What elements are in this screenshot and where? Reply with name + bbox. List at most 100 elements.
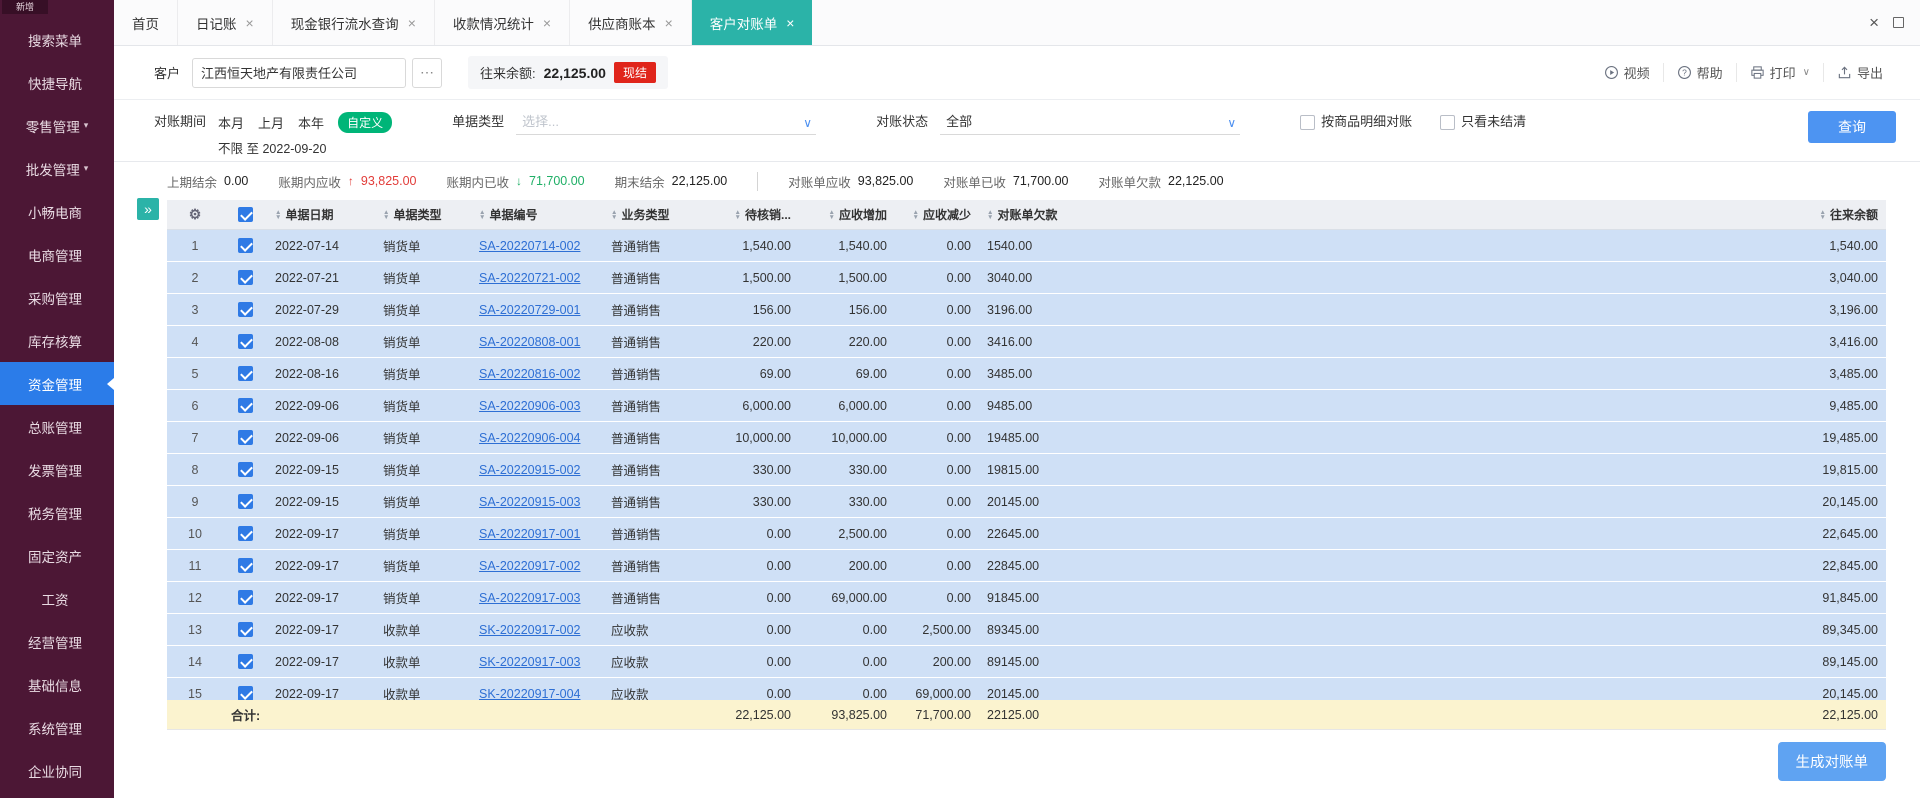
sidebar-item[interactable]: 系统管理 bbox=[0, 706, 114, 749]
customer-input[interactable] bbox=[192, 57, 407, 88]
tab[interactable]: 供应商账本 × bbox=[570, 0, 692, 45]
sidebar-item[interactable]: 固定资产 bbox=[0, 534, 114, 577]
doc-number-link[interactable]: SA-20220917-002 bbox=[479, 559, 580, 573]
table-row[interactable]: 4 2022-08-08 销货单 SA-20220808-001 普通销售 22… bbox=[167, 326, 1886, 358]
sidebar-item[interactable]: 经营管理 bbox=[0, 620, 114, 663]
col-header-owed[interactable]: 对账单欠款 bbox=[979, 200, 1075, 229]
select-all-checkbox[interactable] bbox=[237, 207, 253, 222]
sidebar-item[interactable]: 零售管理 ▾ bbox=[0, 104, 114, 147]
doc-number-link[interactable]: SA-20220915-003 bbox=[479, 495, 580, 509]
expand-panel-button[interactable]: » bbox=[137, 198, 159, 220]
period-option-custom-badge[interactable]: 自定义 bbox=[338, 111, 393, 133]
close-icon[interactable]: × bbox=[1869, 13, 1879, 33]
fullscreen-icon[interactable] bbox=[1893, 17, 1904, 28]
row-checkbox[interactable] bbox=[237, 270, 253, 285]
period-option-this-year[interactable]: 本年 bbox=[298, 113, 324, 132]
table-row[interactable]: 8 2022-09-15 销货单 SA-20220915-002 普通销售 33… bbox=[167, 454, 1886, 486]
doc-number-link[interactable]: SA-20220917-001 bbox=[479, 527, 580, 541]
table-row[interactable]: 3 2022-07-29 销货单 SA-20220729-001 普通销售 15… bbox=[167, 294, 1886, 326]
status-select[interactable]: 全部 ∨ bbox=[940, 111, 1241, 135]
table-row[interactable]: 12 2022-09-17 销货单 SA-20220917-003 普通销售 0… bbox=[167, 582, 1886, 614]
row-checkbox[interactable] bbox=[237, 462, 253, 477]
tab-close-icon[interactable]: × bbox=[246, 16, 254, 30]
doc-number-link[interactable]: SA-20220714-002 bbox=[479, 239, 580, 253]
row-checkbox[interactable] bbox=[237, 526, 253, 541]
table-row[interactable]: 1 2022-07-14 销货单 SA-20220714-002 普通销售 1,… bbox=[167, 230, 1886, 262]
row-checkbox[interactable] bbox=[237, 334, 253, 349]
sidebar-item[interactable]: 库存核算 bbox=[0, 319, 114, 362]
sidebar-item[interactable]: 快捷导航 bbox=[0, 61, 114, 104]
sidebar-item[interactable]: 税务管理 bbox=[0, 491, 114, 534]
tab-close-icon[interactable]: × bbox=[786, 16, 794, 30]
row-checkbox[interactable] bbox=[237, 398, 253, 413]
tab[interactable]: 客户对账单 × bbox=[691, 0, 813, 45]
table-row[interactable]: 7 2022-09-06 销货单 SA-20220906-004 普通销售 10… bbox=[167, 422, 1886, 454]
col-header-increase[interactable]: 应收增加 bbox=[799, 200, 895, 229]
gear-icon[interactable]: ⚙ bbox=[189, 206, 202, 223]
sidebar-item[interactable]: 基础信息 bbox=[0, 663, 114, 706]
print-button[interactable]: 打印 ∨ bbox=[1735, 63, 1823, 82]
row-checkbox[interactable] bbox=[237, 558, 253, 573]
doc-number-link[interactable]: SA-20220816-002 bbox=[479, 367, 580, 381]
help-button[interactable]: ? 帮助 bbox=[1662, 63, 1736, 82]
tab[interactable]: 现金银行流水查询 × bbox=[273, 0, 435, 45]
sidebar-item[interactable]: 搜索菜单 bbox=[0, 18, 114, 61]
table-row[interactable]: 11 2022-09-17 销货单 SA-20220917-002 普通销售 0… bbox=[167, 550, 1886, 582]
tab[interactable]: 首页 bbox=[114, 0, 178, 45]
table-row[interactable]: 15 2022-09-17 收款单 SK-20220917-004 应收款 0.… bbox=[167, 678, 1886, 700]
table-row[interactable]: 13 2022-09-17 收款单 SK-20220917-002 应收款 0.… bbox=[167, 614, 1886, 646]
sidebar-item[interactable]: 发票管理 bbox=[0, 448, 114, 491]
doc-number-link[interactable]: SK-20220917-002 bbox=[479, 623, 580, 637]
video-button[interactable]: 视频 bbox=[1591, 63, 1663, 82]
table-row[interactable]: 9 2022-09-15 销货单 SA-20220915-003 普通销售 33… bbox=[167, 486, 1886, 518]
doc-number-link[interactable]: SA-20220917-003 bbox=[479, 591, 580, 605]
table-row[interactable]: 14 2022-09-17 收款单 SK-20220917-003 应收款 0.… bbox=[167, 646, 1886, 678]
period-option-this-month[interactable]: 本月 bbox=[218, 113, 244, 132]
row-checkbox[interactable] bbox=[237, 590, 253, 605]
col-header-biz-type[interactable]: 业务类型 bbox=[603, 200, 699, 229]
doc-number-link[interactable]: SA-20220906-004 bbox=[479, 431, 580, 445]
tab[interactable]: 日记账 × bbox=[178, 0, 273, 45]
col-header-pending[interactable]: 待核销... bbox=[699, 200, 799, 229]
doc-type-select[interactable]: 选择... ∨ bbox=[516, 111, 817, 135]
col-header-doc-no[interactable]: 单据编号 bbox=[471, 200, 603, 229]
checkbox-icon[interactable] bbox=[1300, 114, 1316, 130]
sidebar-item[interactable]: 资金管理 bbox=[0, 362, 114, 405]
checkbox-icon[interactable] bbox=[1440, 114, 1456, 130]
period-range-value[interactable]: 不限 至 2022-09-20 bbox=[218, 138, 392, 157]
tab-close-icon[interactable]: × bbox=[543, 16, 551, 30]
sidebar-item[interactable]: 电商管理 bbox=[0, 233, 114, 276]
row-checkbox[interactable] bbox=[237, 686, 253, 700]
col-header-decrease[interactable]: 应收减少 bbox=[895, 200, 979, 229]
table-row[interactable]: 2 2022-07-21 销货单 SA-20220721-002 普通销售 1,… bbox=[167, 262, 1886, 294]
row-checkbox[interactable] bbox=[237, 238, 253, 253]
row-checkbox[interactable] bbox=[237, 654, 253, 669]
doc-number-link[interactable]: SA-20220808-001 bbox=[479, 335, 580, 349]
sidebar-item[interactable]: 小畅电商 bbox=[0, 190, 114, 233]
col-header-doc-type[interactable]: 单据类型 bbox=[375, 200, 471, 229]
sidebar-item[interactable]: 采购管理 bbox=[0, 276, 114, 319]
tab-close-icon[interactable]: × bbox=[665, 16, 673, 30]
row-checkbox[interactable] bbox=[237, 622, 253, 637]
query-button[interactable]: 查询 bbox=[1808, 111, 1896, 143]
sidebar-item[interactable]: 总账管理 bbox=[0, 405, 114, 448]
sidebar-item[interactable]: 工资 bbox=[0, 577, 114, 620]
period-option-last-month[interactable]: 上月 bbox=[258, 113, 284, 132]
col-header-balance[interactable]: 往来余额 bbox=[1766, 200, 1886, 229]
doc-number-link[interactable]: SA-20220915-002 bbox=[479, 463, 580, 477]
row-checkbox[interactable] bbox=[237, 302, 253, 317]
export-button[interactable]: 导出 bbox=[1822, 63, 1896, 82]
table-row[interactable]: 10 2022-09-17 销货单 SA-20220917-001 普通销售 0… bbox=[167, 518, 1886, 550]
unsettled-checkbox[interactable]: 只看未结清 bbox=[1440, 111, 1526, 133]
doc-number-link[interactable]: SK-20220917-003 bbox=[479, 655, 580, 669]
tab[interactable]: 收款情况统计 × bbox=[435, 0, 571, 45]
row-checkbox[interactable] bbox=[237, 494, 253, 509]
table-row[interactable]: 5 2022-08-16 销货单 SA-20220816-002 普通销售 69… bbox=[167, 358, 1886, 390]
doc-number-link[interactable]: SA-20220721-002 bbox=[479, 271, 580, 285]
table-row[interactable]: 6 2022-09-06 销货单 SA-20220906-003 普通销售 6,… bbox=[167, 390, 1886, 422]
doc-number-link[interactable]: SK-20220917-004 bbox=[479, 687, 580, 701]
row-checkbox[interactable] bbox=[237, 366, 253, 381]
doc-number-link[interactable]: SA-20220906-003 bbox=[479, 399, 580, 413]
generate-statement-button[interactable]: 生成对账单 bbox=[1777, 742, 1886, 781]
sidebar-item[interactable]: 企业协同 bbox=[0, 749, 114, 792]
